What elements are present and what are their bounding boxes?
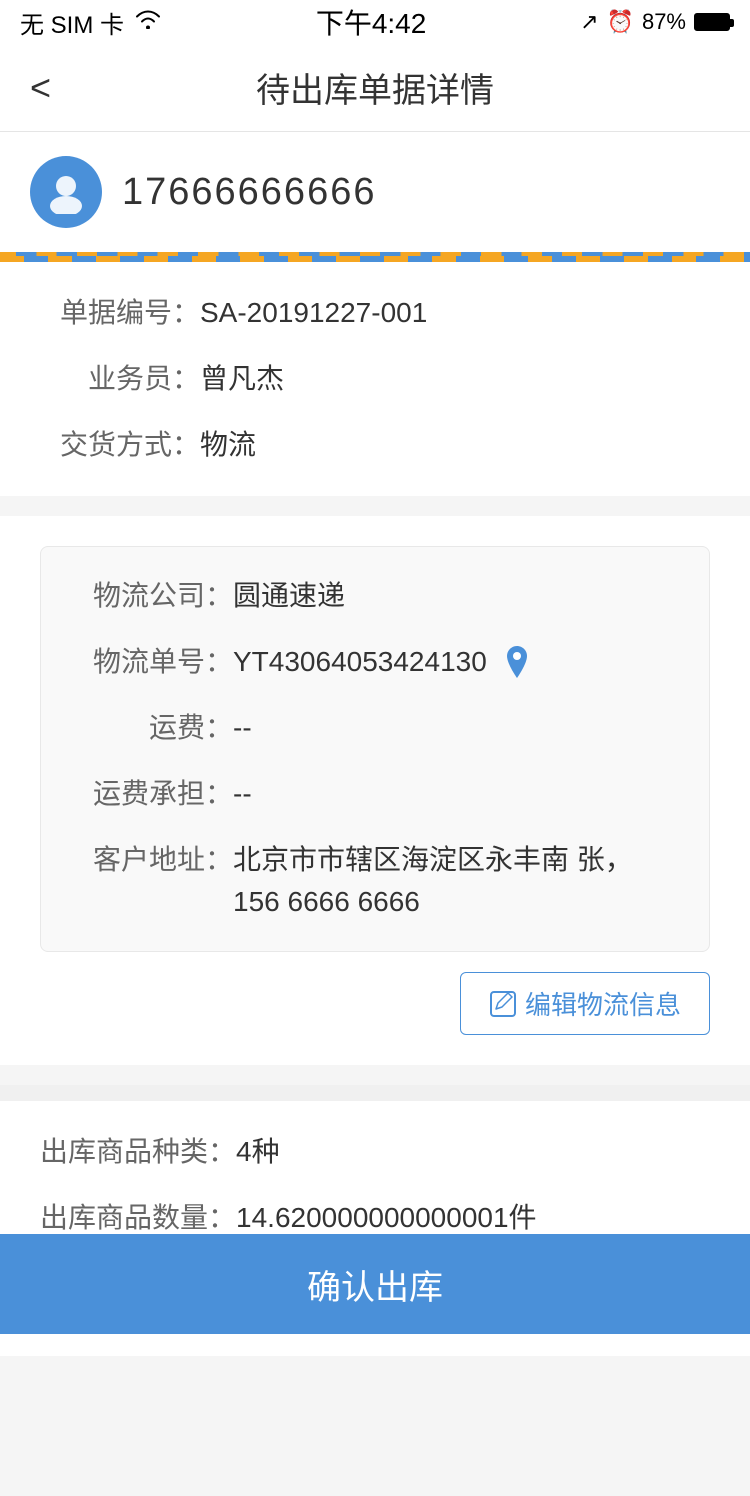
address-value: 北京市市辖区海淀区永丰南 张，156 6666 6666 (233, 839, 677, 923)
back-button[interactable]: < (30, 67, 51, 109)
company-label: 物流公司 (73, 575, 233, 617)
logistics-section-wrapper: 物流公司 圆通速递 物流单号 YT43064053424130 运费 (0, 516, 750, 1065)
order-no-label: 单据编号 (40, 292, 200, 334)
company-row: 物流公司 圆通速递 (73, 575, 677, 617)
goods-quantity-label: 出库商品数量 (40, 1197, 236, 1239)
order-no-row: 单据编号 SA-20191227-001 (40, 292, 710, 334)
salesman-value: 曾凡杰 (200, 358, 710, 400)
salesman-row: 业务员 曾凡杰 (40, 358, 710, 400)
battery-label: 87% (642, 9, 686, 35)
customer-header: 17666666666 (0, 132, 750, 256)
confirm-button[interactable]: 确认出库 (307, 1260, 443, 1309)
avatar (30, 156, 102, 228)
status-bar-time: 下午4:42 (316, 2, 427, 42)
bottom-bar: 确认出库 (0, 1234, 750, 1334)
freight-label: 运费 (73, 707, 233, 749)
freight-bear-label: 运费承担 (73, 773, 233, 815)
freight-bear-row: 运费承担 -- (73, 773, 677, 815)
edit-logistics-button[interactable]: 编辑物流信息 (460, 972, 710, 1035)
goods-quantity-row: 出库商品数量 14.620000000000001件 (40, 1197, 710, 1239)
location-icon[interactable] (499, 644, 535, 680)
status-bar: 无 SIM 卡 下午4:42 ↗ ⏰ 87% (0, 0, 750, 44)
address-label: 客户地址 (73, 839, 233, 881)
tracking-value: YT43064053424130 (233, 641, 677, 683)
salesman-label: 业务员 (40, 358, 200, 400)
nav-bar: < 待出库单据详情 (0, 44, 750, 132)
alarm-icon: ⏰ (607, 9, 634, 35)
logistics-section: 物流公司 圆通速递 物流单号 YT43064053424130 运费 (40, 546, 710, 952)
goods-types-row: 出库商品种类 4种 (40, 1131, 710, 1173)
freight-row: 运费 -- (73, 707, 677, 749)
carrier-label: 无 SIM 卡 (20, 5, 124, 40)
delivery-label: 交货方式 (40, 424, 200, 466)
order-info-section: 单据编号 SA-20191227-001 业务员 曾凡杰 交货方式 物流 (0, 262, 750, 496)
edit-logistics-btn-container: 编辑物流信息 (40, 972, 710, 1035)
delivery-value: 物流 (200, 424, 710, 466)
freight-value: -- (233, 707, 677, 749)
company-value: 圆通速递 (233, 575, 677, 617)
battery-icon (694, 13, 730, 31)
wifi-icon (134, 8, 162, 36)
goods-quantity-value: 14.620000000000001件 (236, 1197, 710, 1239)
separator-1 (0, 1085, 750, 1101)
status-bar-left: 无 SIM 卡 (20, 5, 162, 40)
goods-types-value: 4种 (236, 1131, 710, 1173)
tracking-label: 物流单号 (73, 641, 233, 683)
tracking-row: 物流单号 YT43064053424130 (73, 641, 677, 683)
status-bar-right: ↗ ⏰ 87% (580, 9, 730, 35)
freight-bear-value: -- (233, 773, 677, 815)
edit-logistics-label: 编辑物流信息 (525, 985, 681, 1022)
location-status-icon: ↗ (580, 9, 598, 35)
edit-icon (489, 990, 517, 1018)
customer-phone: 17666666666 (122, 171, 376, 214)
goods-types-label: 出库商品种类 (40, 1131, 236, 1173)
page-title: 待出库单据详情 (256, 63, 494, 112)
delivery-row: 交货方式 物流 (40, 424, 710, 466)
order-no-value: SA-20191227-001 (200, 292, 710, 334)
address-row: 客户地址 北京市市辖区海淀区永丰南 张，156 6666 6666 (73, 839, 677, 923)
